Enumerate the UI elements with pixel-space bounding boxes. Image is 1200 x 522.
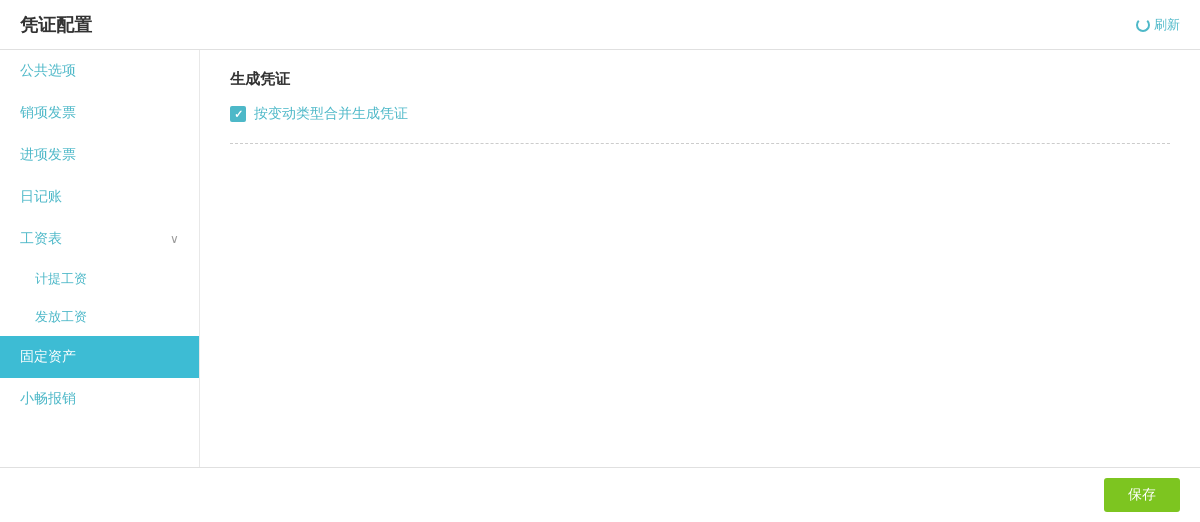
sidebar-item-label: 进项发票 [20,146,76,164]
sidebar-item-purchase-invoice[interactable]: 进项发票 [0,134,199,176]
sidebar-subitem-label: 发放工资 [35,309,87,324]
content-area: 生成凭证 按变动类型合并生成凭证 [200,50,1200,467]
sidebar-item-expense[interactable]: 小畅报销 [0,378,199,420]
refresh-button[interactable]: 刷新 [1136,16,1180,34]
save-button[interactable]: 保存 [1104,478,1180,512]
page-title: 凭证配置 [20,13,92,37]
sidebar-item-label: 工资表 [20,230,62,248]
sidebar-item-sales-invoice[interactable]: 销项发票 [0,92,199,134]
sidebar: 公共选项 销项发票 进项发票 日记账 工资表 ∨ 计提工资 发放工资 固定资 [0,50,200,467]
sidebar-item-journal[interactable]: 日记账 [0,176,199,218]
sidebar-item-label: 日记账 [20,188,62,206]
merge-by-type-checkbox[interactable] [230,106,246,122]
sidebar-item-fixed-assets[interactable]: 固定资产 [0,336,199,378]
footer: 保存 [0,467,1200,522]
sidebar-item-payroll-payment[interactable]: 发放工资 [0,298,199,336]
checkbox-label[interactable]: 按变动类型合并生成凭证 [254,105,408,123]
refresh-icon [1136,18,1150,32]
chevron-down-icon: ∨ [170,232,179,246]
header: 凭证配置 刷新 [0,0,1200,50]
sidebar-item-label: 销项发票 [20,104,76,122]
sidebar-item-label: 固定资产 [20,348,76,366]
sidebar-item-label: 小畅报销 [20,390,76,408]
sidebar-item-payroll-accrual[interactable]: 计提工资 [0,260,199,298]
section-title: 生成凭证 [230,70,1170,89]
sidebar-item-label: 公共选项 [20,62,76,80]
main-layout: 公共选项 销项发票 进项发票 日记账 工资表 ∨ 计提工资 发放工资 固定资 [0,50,1200,467]
section-divider [230,143,1170,144]
sidebar-subitem-label: 计提工资 [35,271,87,286]
checkbox-row: 按变动类型合并生成凭证 [230,105,1170,123]
sidebar-item-public-options[interactable]: 公共选项 [0,50,199,92]
page-wrapper: 凭证配置 刷新 公共选项 销项发票 进项发票 日记账 工资表 ∨ [0,0,1200,522]
refresh-label: 刷新 [1154,16,1180,34]
sidebar-item-payroll[interactable]: 工资表 ∨ [0,218,199,260]
